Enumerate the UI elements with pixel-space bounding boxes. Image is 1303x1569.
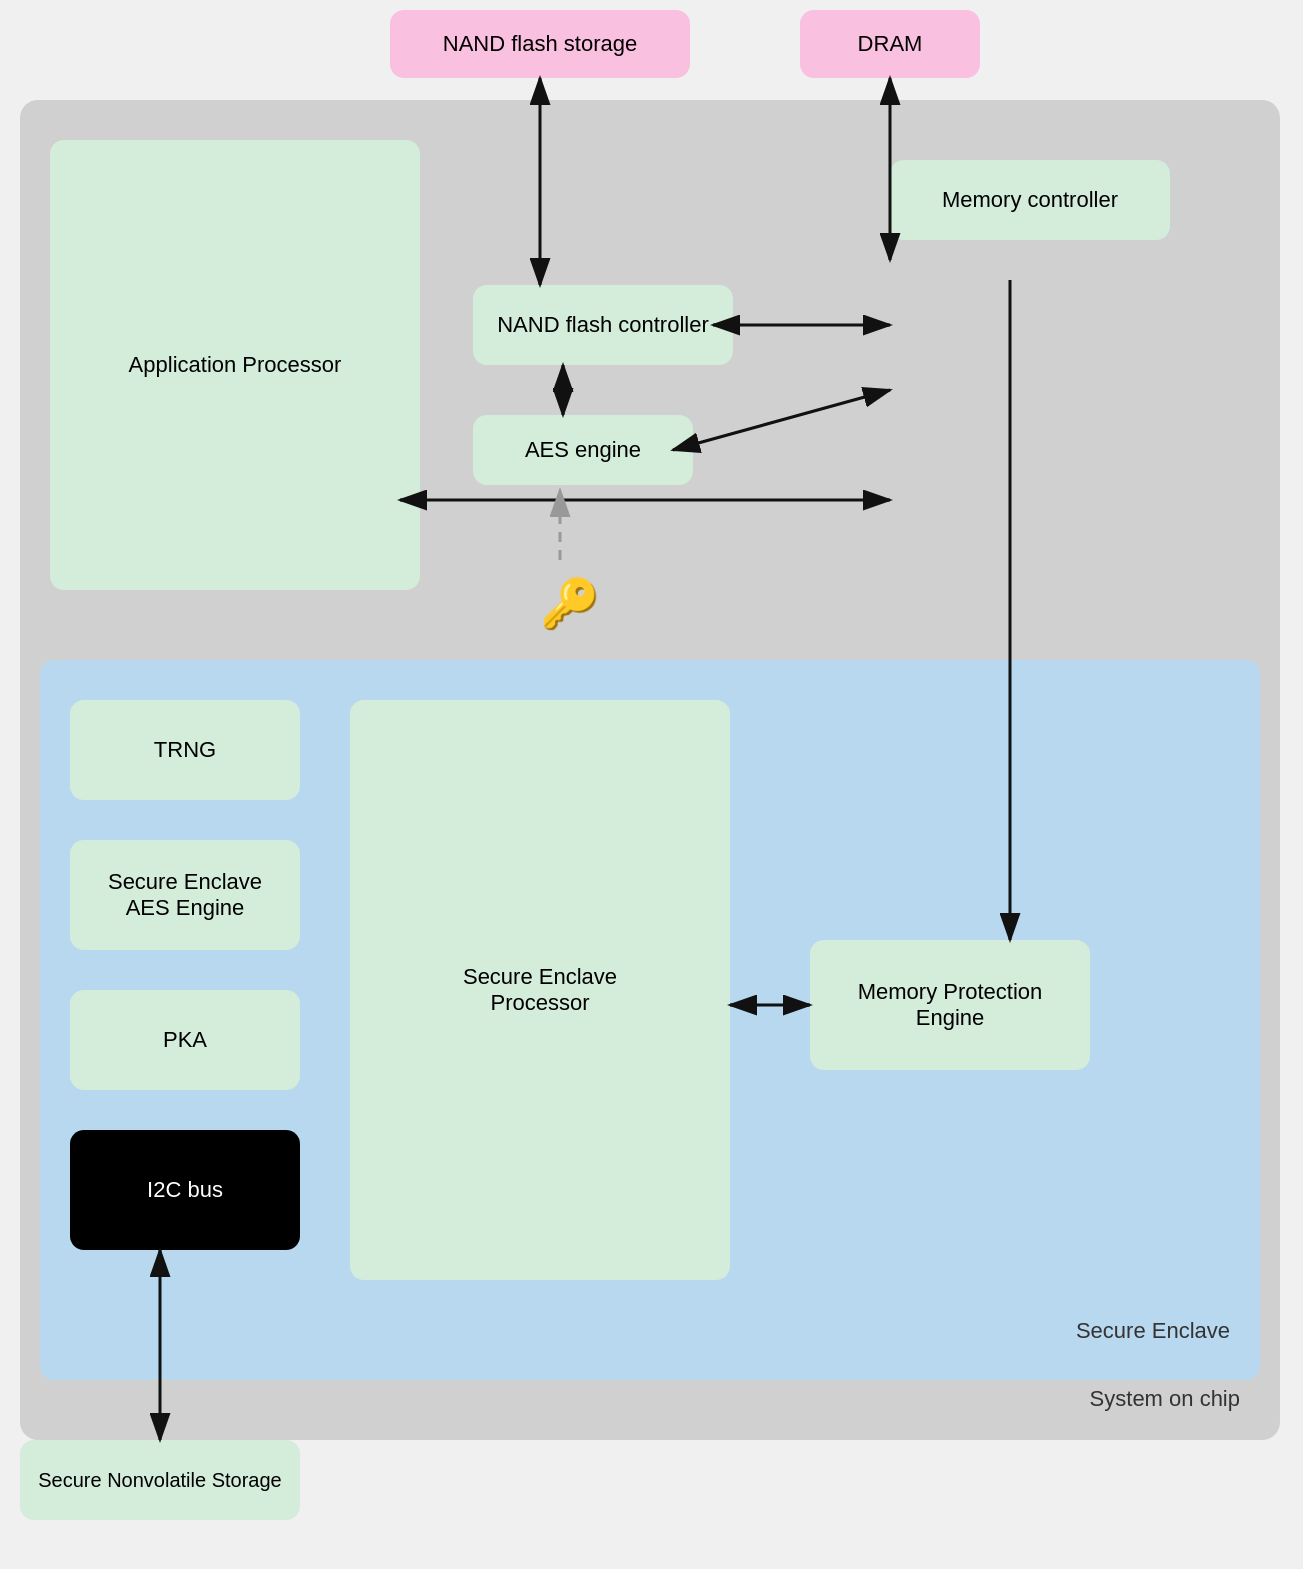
se-aes-engine-label: Secure EnclaveAES Engine xyxy=(108,869,262,921)
trng-box: TRNG xyxy=(70,700,300,800)
aes-engine-label: AES engine xyxy=(525,437,641,463)
snvs-box: Secure Nonvolatile Storage xyxy=(20,1440,300,1520)
nand-flash-storage-label: NAND flash storage xyxy=(443,31,637,57)
app-processor-label: Application Processor xyxy=(129,352,342,378)
dram-box: DRAM xyxy=(800,10,980,78)
nand-flash-controller-label: NAND flash controller xyxy=(497,312,709,338)
pka-label: PKA xyxy=(163,1027,207,1053)
app-processor-box: Application Processor xyxy=(50,140,420,590)
memory-controller-label: Memory controller xyxy=(942,187,1118,213)
soc-area: Application Processor Memory controller … xyxy=(20,100,1280,1440)
sep-box: Secure EnclaveProcessor xyxy=(350,700,730,1280)
dram-label: DRAM xyxy=(858,31,923,57)
mpe-label: Memory ProtectionEngine xyxy=(858,979,1043,1031)
soc-label: System on chip xyxy=(1090,1386,1240,1412)
memory-controller-box: Memory controller xyxy=(890,160,1170,240)
aes-engine-box: AES engine xyxy=(473,415,693,485)
nand-flash-controller-box: NAND flash controller xyxy=(473,285,733,365)
snvs-label: Secure Nonvolatile Storage xyxy=(38,1469,281,1492)
i2c-bus-label: I2C bus xyxy=(147,1177,223,1203)
nand-flash-storage-box: NAND flash storage xyxy=(390,10,690,78)
se-aes-engine-box: Secure EnclaveAES Engine xyxy=(70,840,300,950)
secure-enclave-label: Secure Enclave xyxy=(1076,1318,1230,1344)
mpe-box: Memory ProtectionEngine xyxy=(810,940,1090,1070)
diagram-root: NAND flash storage DRAM Application Proc… xyxy=(0,0,1303,1569)
sep-label: Secure EnclaveProcessor xyxy=(463,964,617,1016)
i2c-bus-box: I2C bus xyxy=(70,1130,300,1250)
pka-box: PKA xyxy=(70,990,300,1090)
trng-label: TRNG xyxy=(154,737,216,763)
secure-enclave-area: TRNG Secure EnclaveAES Engine PKA I2C bu… xyxy=(40,660,1260,1380)
